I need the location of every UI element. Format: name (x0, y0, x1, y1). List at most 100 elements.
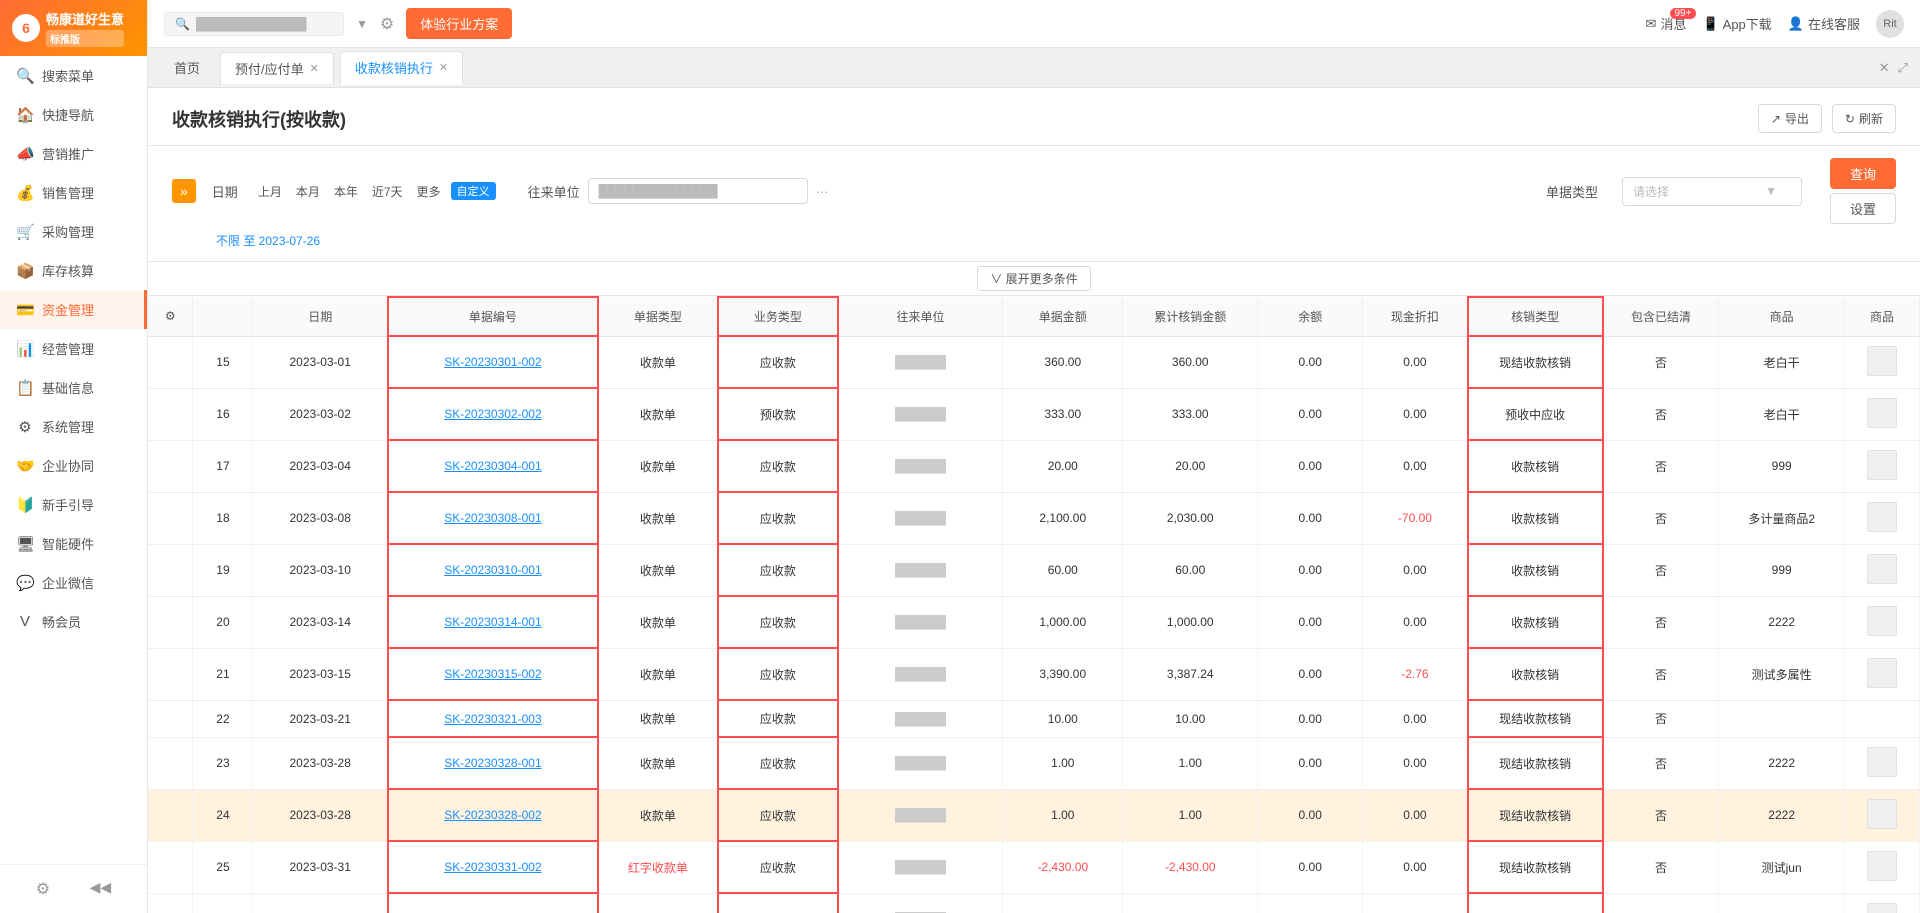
td-cumamt: 1.00 (1123, 789, 1258, 841)
sidebar-item-sales[interactable]: 💰 销售管理 (0, 173, 147, 212)
td-amount: 10.00 (1003, 700, 1123, 737)
td-cumamt: -2,430.00 (1123, 841, 1258, 893)
td-include: 否 (1603, 648, 1719, 700)
td-docno[interactable]: SK-20230328-002 (388, 789, 598, 841)
filter-partner-input[interactable]: ██████████████ (588, 178, 808, 204)
message-button[interactable]: ✉ 消息 99+ (1646, 14, 1687, 33)
filter-date-range-row: 不限 至 2023-07-26 (172, 232, 1896, 249)
td-balance: 0.00 (1258, 789, 1363, 841)
td-settings (148, 388, 193, 440)
th-settings[interactable]: ⚙ (148, 297, 193, 336)
td-amount: -2,430.00 (1003, 841, 1123, 893)
td-amount: 3,390.00 (1003, 648, 1123, 700)
td-docno[interactable]: SK-20230315-002 (388, 648, 598, 700)
tab-close-prepay[interactable]: ✕ (310, 62, 319, 75)
td-amount: 2,100.00 (1003, 492, 1123, 544)
td-docno[interactable]: SK-20230314-001 (388, 596, 598, 648)
td-goods: 999 (1719, 544, 1845, 596)
settings-icon[interactable]: ⚙ (36, 879, 50, 899)
tab-close-window-icon[interactable]: ✕ (1879, 60, 1890, 76)
sidebar-item-hardware[interactable]: 🖥 智能硬件 (0, 524, 147, 563)
td-biztype: 应收款 (718, 789, 838, 841)
td-balance: 0.00 (1258, 596, 1363, 648)
td-discount: 0.00 (1363, 700, 1468, 737)
filter-date-lastmonth[interactable]: 上月 (254, 181, 286, 202)
query-button[interactable]: 查询 (1830, 158, 1896, 189)
td-partner: ██████ (838, 648, 1003, 700)
td-goods (1719, 700, 1845, 737)
td-goods: 老白干 (1719, 388, 1845, 440)
tab-close-verify[interactable]: ✕ (439, 61, 448, 74)
filter-expand-arrow[interactable]: » (172, 179, 196, 203)
filter-date-thismonth[interactable]: 本月 (292, 181, 324, 202)
collapse-icon[interactable]: ◀◀ (90, 879, 112, 899)
sidebar-item-finance[interactable]: 💳 资金管理 (0, 290, 147, 329)
td-amount: 1.00 (1003, 737, 1123, 789)
sidebar-item-guide[interactable]: 🔰 新手引导 (0, 485, 147, 524)
topbar-dropdown[interactable]: ▼ (356, 17, 368, 31)
td-docno[interactable]: SK-20230308-001 (388, 492, 598, 544)
solution-button[interactable]: 体验行业方案 (406, 8, 512, 39)
filter-date-thisyear[interactable]: 本年 (330, 181, 362, 202)
sidebar-item-wechat[interactable]: 💬 企业微信 (0, 563, 147, 602)
app-download-button[interactable]: 📱 App下载 (1702, 14, 1771, 33)
td-goods: 测试多属性 (1719, 648, 1845, 700)
filter-row-1: » 日期 上月 本月 本年 近7天 更多 自定义 往来单位 ██████████… (172, 158, 1896, 224)
table-row: 152023-03-01SK-20230301-002收款单应收款██████3… (148, 336, 1920, 388)
online-service-button[interactable]: 👤 在线客服 (1788, 14, 1860, 33)
user-avatar[interactable]: Rit (1876, 10, 1904, 38)
filter-custom-btn[interactable]: 自定义 (451, 182, 496, 200)
filter-doctype-select[interactable]: 请选择 ▼ (1622, 177, 1802, 206)
sidebar-item-member[interactable]: V 畅会员 (0, 602, 147, 641)
expand-row: ∨ 展开更多条件 (148, 262, 1920, 296)
settings-button[interactable]: 设置 (1830, 193, 1896, 224)
goods-thumbnail (1867, 658, 1897, 688)
refresh-button[interactable]: ↻ 刷新 (1832, 104, 1896, 133)
topbar-search-box[interactable]: 🔍 █████████████ (164, 12, 344, 36)
main-area: 🔍 █████████████ ▼ ⚙ 体验行业方案 ✉ 消息 99+ 📱 Ap… (148, 0, 1920, 913)
tab-expand-icon[interactable]: ⤢ (1898, 60, 1908, 76)
td-docno[interactable]: SK-20230328-001 (388, 737, 598, 789)
td-doctype: 收款单 (598, 544, 718, 596)
td-docno[interactable]: SK-20230321-003 (388, 700, 598, 737)
tab-home[interactable]: 首页 (160, 52, 214, 83)
sidebar-item-purchase[interactable]: 🛒 采购管理 (0, 212, 147, 251)
td-doctype: 收款单 (598, 596, 718, 648)
td-partner: ██████ (838, 789, 1003, 841)
td-docno[interactable]: SK-20230403-002 (388, 893, 598, 913)
expand-conditions-btn[interactable]: ∨ 展开更多条件 (977, 266, 1090, 291)
filter-date-more[interactable]: 更多 (413, 181, 445, 202)
td-date: 2023-03-01 (253, 336, 388, 388)
td-docno[interactable]: SK-20230302-002 (388, 388, 598, 440)
td-vertype: 预收款核销 (1468, 893, 1603, 913)
td-balance: 0.00 (1258, 648, 1363, 700)
goods-thumbnail (1867, 554, 1897, 584)
td-cumamt: 20.00 (1123, 440, 1258, 492)
td-vertype: 现结收款核销 (1468, 789, 1603, 841)
td-balance: 0.00 (1258, 388, 1363, 440)
filter-date-7days[interactable]: 近7天 (368, 181, 407, 202)
td-docno[interactable]: SK-20230301-002 (388, 336, 598, 388)
td-goodsimg (1844, 544, 1919, 596)
sidebar-item-search[interactable]: 🔍 搜索菜单 (0, 56, 147, 95)
tab-verify[interactable]: 收款核销执行 ✕ (340, 51, 463, 85)
sidebar-item-marketing[interactable]: 📣 营销推广 (0, 134, 147, 173)
table-row: 162023-03-02SK-20230302-002收款单预收款██████3… (148, 388, 1920, 440)
td-no: 15 (193, 336, 253, 388)
td-docno[interactable]: SK-20230310-001 (388, 544, 598, 596)
tab-prepay[interactable]: 预付/应付单 ✕ (220, 52, 334, 84)
goods-thumbnail (1867, 903, 1897, 913)
sidebar-item-quicknav[interactable]: 🏠 快捷导航 (0, 95, 147, 134)
td-partner: ██████ (838, 841, 1003, 893)
td-docno[interactable]: SK-20230304-001 (388, 440, 598, 492)
td-partner: ██████ (838, 492, 1003, 544)
sidebar-item-inventory[interactable]: 📦 库存核算 (0, 251, 147, 290)
sidebar-item-basic[interactable]: 📋 基础信息 (0, 368, 147, 407)
export-button[interactable]: ↗ 导出 (1758, 104, 1822, 133)
sidebar-item-enterprise[interactable]: 🤝 企业协同 (0, 446, 147, 485)
filter-date-options: 上月 本月 本年 近7天 更多 自定义 (254, 181, 496, 202)
gear-icon[interactable]: ⚙ (380, 14, 394, 34)
sidebar-item-operations[interactable]: 📊 经营管理 (0, 329, 147, 368)
sidebar-item-system[interactable]: ⚙ 系统管理 (0, 407, 147, 446)
td-docno[interactable]: SK-20230331-002 (388, 841, 598, 893)
